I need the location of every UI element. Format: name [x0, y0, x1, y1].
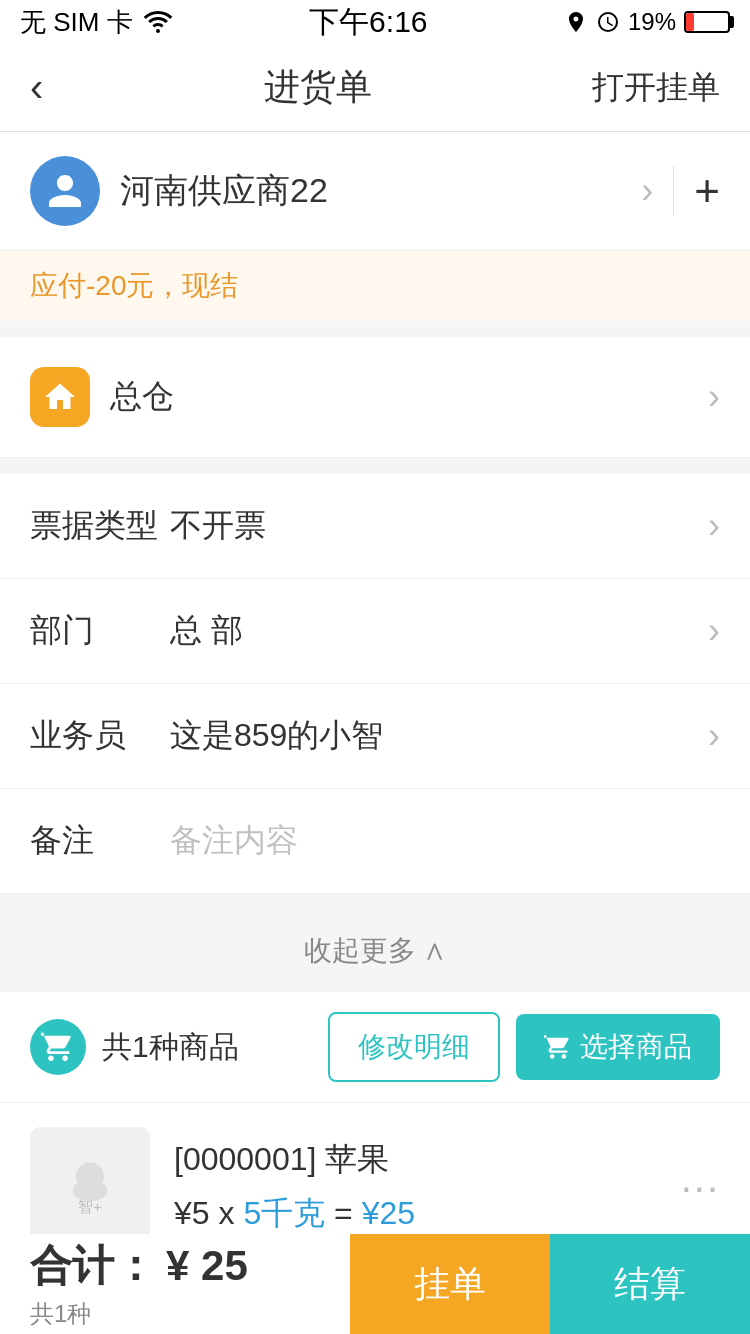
product-more-button[interactable]: ···: [681, 1165, 720, 1210]
salesperson-row[interactable]: 业务员 这是859的小智 ›: [0, 684, 750, 789]
products-header: 共1种商品 修改明细 选择商品: [0, 992, 750, 1103]
product-thumbnail: 智+: [30, 1127, 150, 1247]
supplier-section: 河南供应商22 › + 应付-20元，现结: [0, 132, 750, 321]
supplier-row: 河南供应商22 › +: [0, 132, 750, 251]
select-product-button[interactable]: 选择商品: [516, 1014, 720, 1080]
warehouse-chevron-icon: ›: [708, 376, 720, 418]
invoice-type-row[interactable]: 票据类型 不开票 ›: [0, 474, 750, 579]
status-carrier: 无 SIM 卡: [20, 5, 173, 40]
add-supplier-button[interactable]: +: [694, 166, 720, 216]
warehouse-icon: [30, 367, 90, 427]
remark-label: 备注: [30, 819, 170, 863]
department-row[interactable]: 部门 总 部 ›: [0, 579, 750, 684]
svg-text:智+: 智+: [78, 1198, 102, 1215]
hang-button[interactable]: 挂单: [350, 1234, 550, 1334]
wifi-icon: [143, 11, 173, 33]
alert-banner: 应付-20元，现结: [0, 251, 750, 321]
vertical-divider: [673, 166, 674, 216]
home-icon: [42, 379, 78, 415]
status-bar: 无 SIM 卡 下午6:16 19%: [0, 0, 750, 44]
cart-icon: [41, 1030, 75, 1064]
product-info: [0000001] 苹果 ¥5 x 5千克 = ¥25: [174, 1138, 681, 1236]
alarm-icon: [596, 10, 620, 34]
supplier-name[interactable]: 河南供应商22: [120, 168, 641, 214]
invoice-type-label: 票据类型: [30, 504, 170, 548]
department-label: 部门: [30, 609, 170, 653]
user-icon: [45, 171, 85, 211]
total-area: 合计： ¥ 25 共1种: [0, 1234, 350, 1334]
status-right: 19%: [564, 8, 730, 36]
page-title: 进货单: [264, 63, 372, 112]
product-price: ¥5 x 5千克 = ¥25: [174, 1192, 681, 1236]
salesperson-value: 这是859的小智: [170, 714, 708, 758]
checkout-button[interactable]: 结算: [550, 1234, 750, 1334]
department-value: 总 部: [170, 609, 708, 653]
total-count: 共1种: [30, 1298, 320, 1330]
bottom-bar: 合计： ¥ 25 共1种 挂单 结算: [0, 1234, 750, 1334]
select-product-icon: [544, 1033, 572, 1061]
back-button[interactable]: ‹: [30, 65, 43, 110]
status-time: 下午6:16: [309, 2, 427, 43]
product-image-icon: 智+: [55, 1152, 125, 1222]
location-icon: [564, 10, 588, 34]
open-hang-button[interactable]: 打开挂单: [592, 66, 720, 110]
collapse-toggle[interactable]: 收起更多 ∧: [0, 910, 750, 992]
remark-input[interactable]: 备注内容: [170, 819, 720, 863]
edit-detail-button[interactable]: 修改明细: [328, 1012, 500, 1082]
battery-icon: [684, 11, 730, 33]
product-count-icon: [30, 1019, 86, 1075]
salesperson-label: 业务员: [30, 714, 170, 758]
warehouse-row[interactable]: 总仓 ›: [0, 337, 750, 458]
total-amount: 合计： ¥ 25: [30, 1238, 320, 1294]
invoice-type-value: 不开票: [170, 504, 708, 548]
supplier-chevron-icon: ›: [641, 170, 653, 212]
warehouse-section: 总仓 ›: [0, 337, 750, 458]
product-name: [0000001] 苹果: [174, 1138, 681, 1182]
salesperson-chevron-icon: ›: [708, 715, 720, 757]
warehouse-label: 总仓: [110, 375, 708, 419]
fields-section: 票据类型 不开票 › 部门 总 部 › 业务员 这是859的小智 › 备注 备注…: [0, 474, 750, 894]
supplier-avatar: [30, 156, 100, 226]
product-count-text: 共1种商品: [102, 1027, 328, 1068]
department-chevron-icon: ›: [708, 610, 720, 652]
invoice-type-chevron-icon: ›: [708, 505, 720, 547]
remark-row[interactable]: 备注 备注内容: [0, 789, 750, 894]
products-section: 共1种商品 修改明细 选择商品 智+ [0000001] 苹果 ¥5 x: [0, 992, 750, 1272]
nav-bar: ‹ 进货单 打开挂单: [0, 44, 750, 132]
